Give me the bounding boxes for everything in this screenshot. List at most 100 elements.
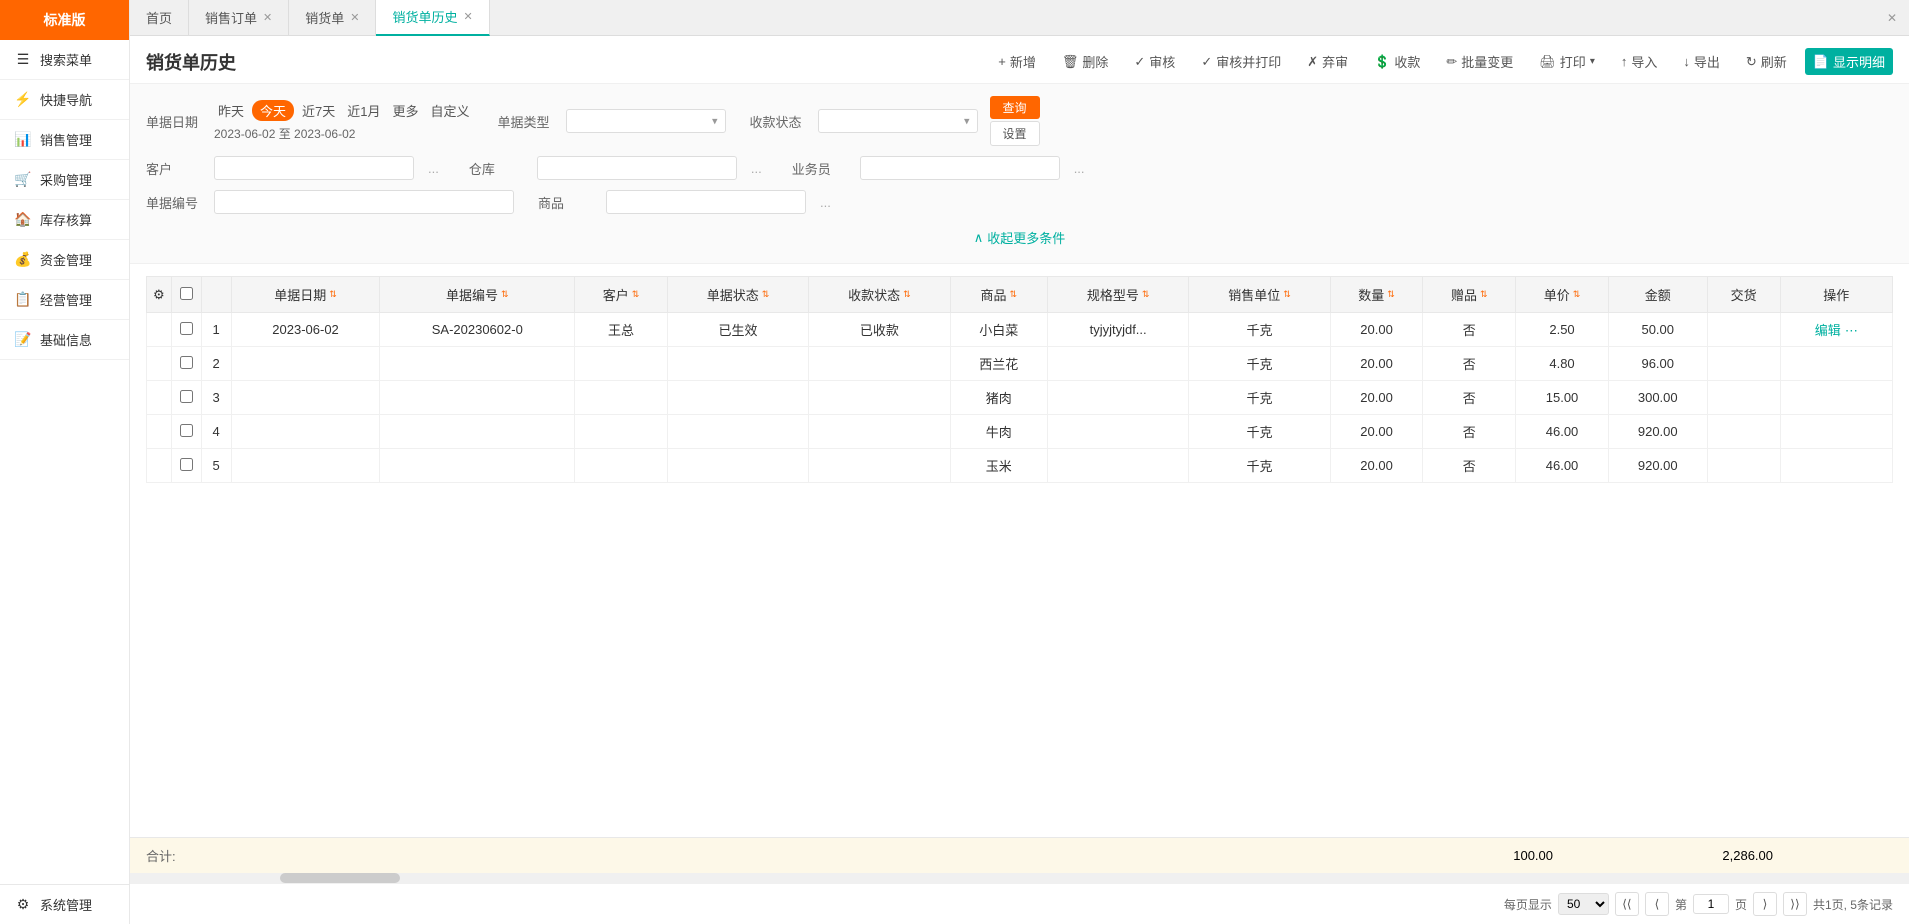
row-checkbox-0[interactable] (180, 322, 193, 335)
row-checkbox-1[interactable] (180, 356, 193, 369)
first-page-button[interactable]: ⟨⟨ (1615, 892, 1639, 916)
cell-checkbox[interactable] (171, 347, 201, 381)
goods-dots-button[interactable]: ... (814, 193, 837, 212)
tab-sales-goods[interactable]: 销货单 ✕ (289, 0, 376, 36)
edit-action[interactable]: 编辑 (1815, 323, 1841, 338)
tab-home[interactable]: 首页 (130, 0, 189, 36)
tab-sales-order[interactable]: 销售订单 ✕ (189, 0, 289, 36)
customer-input[interactable] (214, 156, 414, 180)
page-number-input[interactable] (1693, 894, 1729, 914)
audit-print-button[interactable]: ✓ 审核并打印 (1193, 48, 1289, 75)
import-button[interactable]: ↑ 导入 (1613, 48, 1666, 75)
docnum-input[interactable] (214, 190, 514, 214)
sidebar-item-basic-info[interactable]: 📝 基础信息 (0, 320, 129, 360)
sidebar-item-ops[interactable]: 📋 经营管理 (0, 280, 129, 320)
cell-checkbox[interactable] (171, 415, 201, 449)
date-btn-7days[interactable]: 近7天 (298, 100, 339, 121)
type-select[interactable] (566, 109, 726, 133)
per-page-select[interactable]: 50 100 (1558, 893, 1609, 915)
close-all-tabs-button[interactable]: ✕ (1875, 11, 1909, 25)
sidebar-item-search-menu[interactable]: ☰ 搜索菜单 (0, 40, 129, 80)
sidebar-item-label: 基础信息 (40, 330, 92, 349)
cell-action[interactable]: 编辑 ⋯ (1780, 313, 1892, 347)
th-docnum[interactable]: 单据编号⇅ (380, 277, 575, 313)
tab-close-sales-history[interactable]: ✕ (464, 10, 473, 23)
cell-transaction (1707, 415, 1780, 449)
add-button[interactable]: + 新增 (990, 48, 1044, 75)
th-paymentstatus[interactable]: 收款状态⇅ (809, 277, 950, 313)
goods-input[interactable] (606, 190, 806, 214)
th-date[interactable]: 单据日期⇅ (231, 277, 380, 313)
last-page-button[interactable]: ⟩⟩ (1783, 892, 1807, 916)
row-checkbox-3[interactable] (180, 424, 193, 437)
toolbar: + 新增 🗑 删除 ✓ 审核 ✓ 审核并打印 ✗ 弃审 (990, 48, 1893, 75)
filter-type: 单据类型 (498, 109, 726, 133)
cell-docnum (380, 381, 575, 415)
sidebar: 标准版 ☰ 搜索菜单 ⚡ 快捷导航 📊 销售管理 🛒 采购管理 🏠 库存核算 💰… (0, 0, 130, 924)
collect-button[interactable]: 💲 收款 (1366, 48, 1428, 75)
customer-dots-button[interactable]: ... (422, 159, 445, 178)
sidebar-item-purchase-mgmt[interactable]: 🛒 采购管理 (0, 160, 129, 200)
date-btn-more[interactable]: 更多 (389, 100, 423, 121)
date-btn-custom[interactable]: 自定义 (427, 100, 474, 121)
prev-page-button[interactable]: ⟨ (1645, 892, 1669, 916)
payment-select[interactable] (818, 109, 978, 133)
th-docstatus[interactable]: 单据状态⇅ (667, 277, 808, 313)
warehouse-dots-button[interactable]: ... (745, 159, 768, 178)
date-btn-today[interactable]: 今天 (252, 100, 294, 121)
query-button[interactable]: 查询 (990, 96, 1040, 119)
cell-action[interactable] (1780, 347, 1892, 381)
show-detail-button[interactable]: 📄 显示明细 (1805, 48, 1893, 75)
scrollbar-thumb[interactable] (280, 873, 400, 883)
row-checkbox-2[interactable] (180, 390, 193, 403)
tab-sales-history[interactable]: 销货单历史 ✕ (376, 0, 489, 36)
cell-date (231, 415, 380, 449)
next-page-button[interactable]: ⟩ (1753, 892, 1777, 916)
audit-button[interactable]: ✓ 审核 (1126, 48, 1183, 75)
horizontal-scrollbar[interactable] (130, 873, 1909, 883)
date-btn-yesterday[interactable]: 昨天 (214, 100, 248, 121)
cell-gift: 否 (1423, 381, 1516, 415)
cell-checkbox[interactable] (171, 381, 201, 415)
tab-close-sales-goods[interactable]: ✕ (350, 11, 359, 24)
cell-rownum: 4 (201, 415, 231, 449)
cell-checkbox[interactable] (171, 313, 201, 347)
set-button[interactable]: 设置 (990, 121, 1040, 146)
th-goods[interactable]: 商品⇅ (950, 277, 1047, 313)
th-spec[interactable]: 规格型号⇅ (1047, 277, 1188, 313)
th-price[interactable]: 单价⇅ (1516, 277, 1609, 313)
abandon-button[interactable]: ✗ 弃审 (1299, 48, 1356, 75)
th-unit[interactable]: 销售单位⇅ (1189, 277, 1330, 313)
cell-action[interactable] (1780, 449, 1892, 483)
warehouse-input[interactable] (537, 156, 737, 180)
th-customer[interactable]: 客户⇅ (575, 277, 668, 313)
cell-action[interactable] (1780, 381, 1892, 415)
print-dropdown-icon: ▾ (1590, 56, 1595, 67)
cell-docnum (380, 347, 575, 381)
collapse-filter-button[interactable]: ∧ 收起更多条件 (146, 224, 1893, 251)
refresh-button[interactable]: ↻ 刷新 (1738, 48, 1795, 75)
cell-checkbox[interactable] (171, 449, 201, 483)
staff-input[interactable] (860, 156, 1060, 180)
sidebar-item-inventory[interactable]: 🏠 库存核算 (0, 200, 129, 240)
row-checkbox-4[interactable] (180, 458, 193, 471)
select-all-checkbox[interactable] (180, 287, 193, 300)
more-action[interactable]: ⋯ (1845, 323, 1858, 338)
cell-action[interactable] (1780, 415, 1892, 449)
sidebar-item-finance[interactable]: 💰 资金管理 (0, 240, 129, 280)
export-button[interactable]: ↓ 导出 (1675, 48, 1728, 75)
date-btn-1month[interactable]: 近1月 (343, 100, 384, 121)
batch-change-button[interactable]: ✏ 批量变更 (1438, 48, 1521, 75)
tab-close-sales-order[interactable]: ✕ (263, 11, 272, 24)
delete-button[interactable]: 🗑 删除 (1054, 48, 1117, 75)
page-label: 第 (1675, 896, 1687, 913)
cell-customer (575, 449, 668, 483)
print-button[interactable]: 🖨 打印 ▾ (1531, 48, 1603, 75)
th-gift[interactable]: 赠品⇅ (1423, 277, 1516, 313)
sidebar-item-sys-mgmt[interactable]: ⚙ 系统管理 (0, 885, 129, 924)
th-qty[interactable]: 数量⇅ (1330, 277, 1423, 313)
sidebar-item-quick-nav[interactable]: ⚡ 快捷导航 (0, 80, 129, 120)
th-settings[interactable]: ⚙ (147, 277, 172, 313)
sidebar-item-sales-mgmt[interactable]: 📊 销售管理 (0, 120, 129, 160)
staff-dots-button[interactable]: ... (1068, 159, 1091, 178)
